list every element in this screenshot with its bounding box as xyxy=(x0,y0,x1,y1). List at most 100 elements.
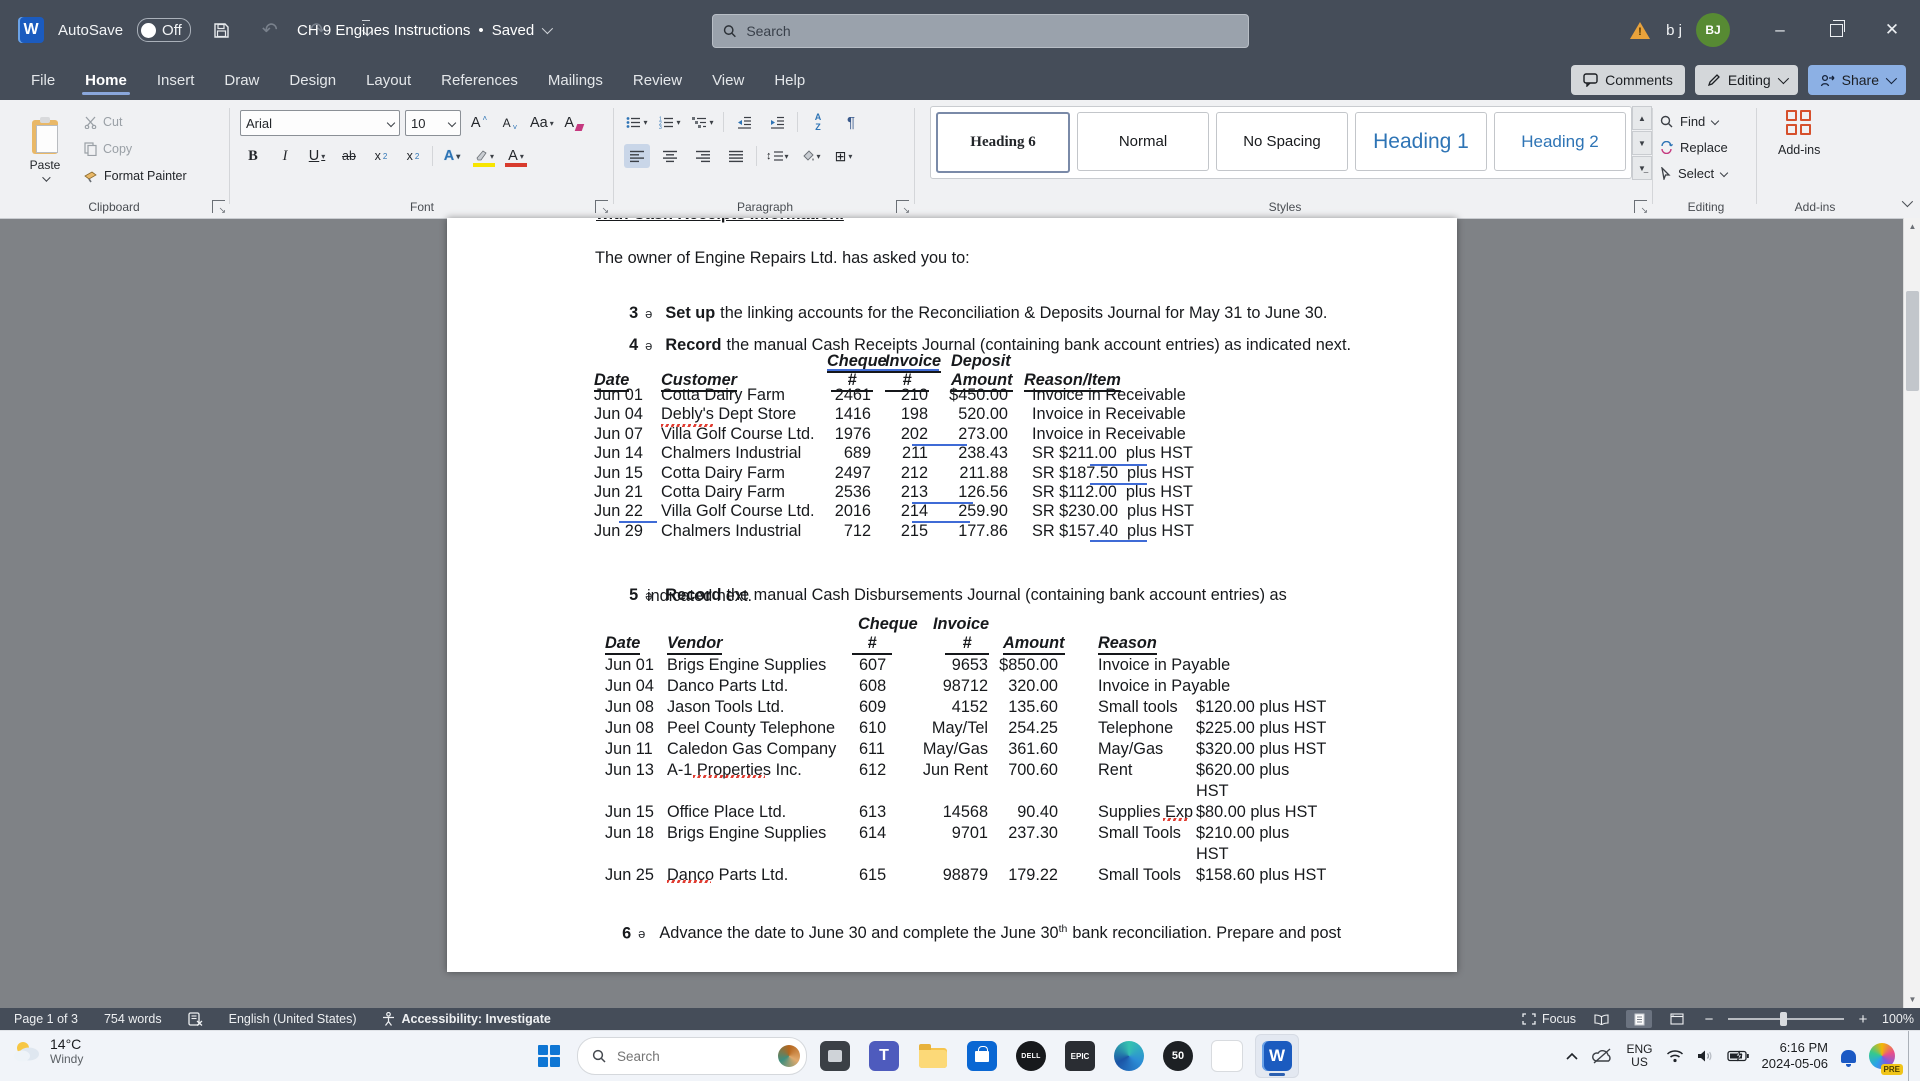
tab-insert[interactable]: Insert xyxy=(144,64,208,97)
avatar[interactable]: BJ xyxy=(1696,13,1730,47)
tab-view[interactable]: View xyxy=(699,64,757,97)
italic-button[interactable]: I xyxy=(272,144,298,168)
zoom-slider-thumb[interactable] xyxy=(1780,1012,1788,1026)
collapse-ribbon-button[interactable] xyxy=(1901,194,1914,212)
search-input[interactable] xyxy=(744,22,1238,40)
title-chevron-icon[interactable] xyxy=(541,22,554,35)
zoom-in-button[interactable]: + xyxy=(1856,1011,1870,1028)
taskbar-app-grid[interactable] xyxy=(1206,1035,1248,1077)
font-size-combo[interactable]: 10 xyxy=(405,110,461,136)
close-button[interactable]: ✕ xyxy=(1864,0,1920,60)
copilot-icon[interactable]: PRE xyxy=(1869,1043,1903,1075)
read-mode-button[interactable] xyxy=(1588,1010,1614,1028)
taskbar-store[interactable] xyxy=(961,1035,1003,1077)
styles-scroll-up-button[interactable]: ▲ xyxy=(1632,106,1652,130)
font-color-button[interactable]: A ▾ xyxy=(503,144,529,168)
tab-draw[interactable]: Draw xyxy=(211,64,272,97)
document-scrollbar[interactable]: ▲ ▼ xyxy=(1903,218,1920,1008)
focus-mode-button[interactable]: Focus xyxy=(1522,1012,1576,1026)
bullets-button[interactable]: ▾ xyxy=(624,110,650,134)
tab-help[interactable]: Help xyxy=(761,64,818,97)
highlight-color-button[interactable]: ▾ xyxy=(471,144,497,168)
style-no-spacing[interactable]: No Spacing xyxy=(1216,112,1348,171)
numbering-button[interactable]: 1 2 3 ▾ xyxy=(657,110,683,134)
style-heading-6[interactable]: Heading 6 xyxy=(936,112,1070,173)
addins-button[interactable]: Add-ins xyxy=(1778,110,1820,157)
paste-button[interactable]: Paste xyxy=(16,108,74,194)
taskbar-epic-games[interactable]: EPIC xyxy=(1059,1035,1101,1077)
wifi-icon[interactable] xyxy=(1666,1049,1684,1063)
style-heading-2[interactable]: Heading 2 xyxy=(1494,112,1626,171)
proofing-errors-icon[interactable] xyxy=(187,1012,203,1026)
comments-button[interactable]: Comments xyxy=(1571,65,1685,95)
restore-button[interactable] xyxy=(1808,0,1864,60)
superscript-button[interactable]: x2 xyxy=(400,144,426,168)
taskbar-app-dark[interactable] xyxy=(814,1035,856,1077)
tab-layout[interactable]: Layout xyxy=(353,64,424,97)
language-switcher[interactable]: ENG US xyxy=(1626,1043,1652,1069)
weather-widget[interactable]: 14°C Windy xyxy=(12,1036,83,1066)
notifications-bell-icon[interactable] xyxy=(1841,1049,1856,1067)
taskbar-teams[interactable]: T xyxy=(863,1035,905,1077)
taskbar-dell-app[interactable]: DELL xyxy=(1010,1035,1052,1077)
tab-review[interactable]: Review xyxy=(620,64,695,97)
decrease-indent-button[interactable] xyxy=(731,110,757,134)
taskbar-sage50[interactable]: 50 xyxy=(1157,1035,1199,1077)
multilevel-list-button[interactable]: ▾ xyxy=(690,110,716,134)
grow-font-button[interactable]: A ˄ xyxy=(466,111,492,135)
tab-mailings[interactable]: Mailings xyxy=(535,64,616,97)
format-painter-button[interactable]: Format Painter xyxy=(80,164,191,188)
web-layout-button[interactable] xyxy=(1664,1010,1690,1028)
scroll-up-button[interactable]: ▲ xyxy=(1904,218,1920,235)
bold-button[interactable]: B xyxy=(240,144,266,168)
undo-button[interactable]: ↶ xyxy=(253,13,287,47)
replace-button[interactable]: Replace xyxy=(1660,134,1728,160)
save-button[interactable] xyxy=(205,13,239,47)
battery-icon[interactable] xyxy=(1726,1050,1749,1062)
justify-button[interactable] xyxy=(723,144,749,168)
clear-formatting-button[interactable]: A xyxy=(561,111,587,135)
clock[interactable]: 6:16 PM 2024-05-06 xyxy=(1762,1040,1829,1072)
underline-button[interactable]: U ▾ xyxy=(304,144,330,168)
document-title[interactable]: CH 9 Engines Instructions xyxy=(297,22,470,39)
onedrive-icon[interactable] xyxy=(1591,1048,1613,1064)
scroll-down-button[interactable]: ▼ xyxy=(1904,991,1920,1008)
font-name-combo[interactable]: Arial xyxy=(240,110,400,136)
tab-file[interactable]: File xyxy=(18,64,68,97)
cut-button[interactable]: Cut xyxy=(80,110,191,134)
tray-show-hidden-icons[interactable] xyxy=(1566,1052,1579,1060)
zoom-slider[interactable] xyxy=(1728,1012,1845,1026)
search-highlights-icon[interactable] xyxy=(778,1045,800,1067)
align-right-button[interactable] xyxy=(690,144,716,168)
autosave-toggle[interactable]: Off xyxy=(137,18,191,42)
style-normal[interactable]: Normal xyxy=(1077,112,1209,171)
align-left-button[interactable] xyxy=(624,144,650,168)
share-button[interactable]: Share xyxy=(1807,65,1906,95)
print-layout-button[interactable] xyxy=(1626,1010,1653,1028)
styles-scroll-down-button[interactable]: ▼ xyxy=(1632,131,1652,155)
tab-home[interactable]: Home xyxy=(72,64,140,97)
start-button[interactable] xyxy=(528,1035,570,1077)
show-desktop-button[interactable] xyxy=(1908,1031,1912,1081)
borders-button[interactable]: ⊞ ▾ xyxy=(831,144,857,168)
sort-button[interactable]: AZ xyxy=(805,110,831,134)
page-indicator[interactable]: Page 1 of 3 xyxy=(14,1012,78,1026)
align-center-button[interactable] xyxy=(657,144,683,168)
search-box[interactable] xyxy=(712,14,1249,48)
copy-button[interactable]: Copy xyxy=(80,137,191,161)
minimize-button[interactable]: – xyxy=(1752,0,1808,60)
clipboard-dialog-launcher[interactable] xyxy=(212,200,226,216)
paragraph-dialog-launcher[interactable] xyxy=(896,200,910,216)
increase-indent-button[interactable] xyxy=(764,110,790,134)
tab-design[interactable]: Design xyxy=(276,64,349,97)
font-dialog-launcher[interactable] xyxy=(595,200,609,216)
styles-more-button[interactable]: ▼̲ xyxy=(1632,156,1652,180)
warning-icon[interactable]: ! xyxy=(1630,21,1651,39)
zoom-out-button[interactable]: − xyxy=(1702,1011,1716,1028)
tab-references[interactable]: References xyxy=(428,64,531,97)
shrink-font-button[interactable]: A ˅ xyxy=(497,111,523,135)
accessibility-status[interactable]: Accessibility: Investigate xyxy=(382,1012,551,1026)
shading-button[interactable]: ▾ xyxy=(798,144,824,168)
scrollbar-thumb[interactable] xyxy=(1906,291,1919,391)
signin-user-label[interactable]: b j xyxy=(1666,22,1682,39)
